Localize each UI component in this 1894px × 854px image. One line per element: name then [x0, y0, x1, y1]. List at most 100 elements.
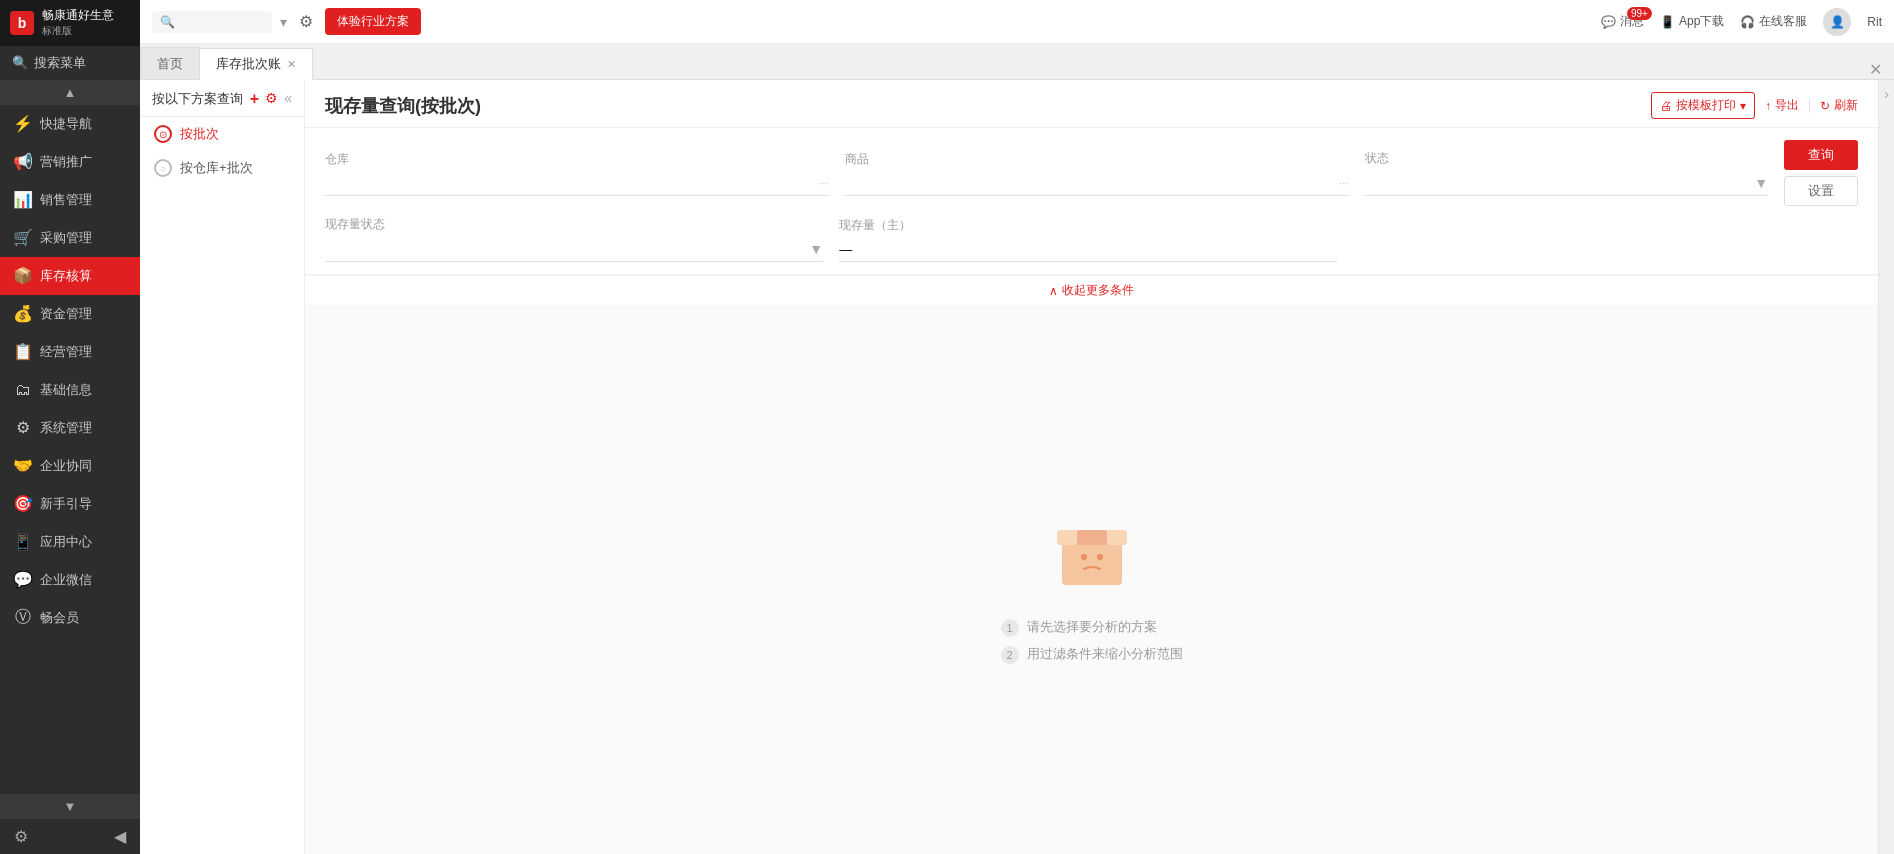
status-field: 状态 ▼: [1365, 150, 1768, 196]
scheme-icon-gray: ○: [154, 159, 172, 177]
warehouse-input[interactable]: [325, 176, 819, 191]
system-icon: ⚙: [14, 419, 32, 437]
user-avatar[interactable]: 👤: [1823, 8, 1851, 36]
status-label: 状态: [1365, 150, 1768, 167]
sales-icon: 📊: [14, 191, 32, 209]
left-panel: 按以下方案查询 + ⚙ « ⊙ 按批次 ○ 按仓库+批次: [140, 80, 305, 854]
sidebar-search[interactable]: 🔍 搜索菜单: [0, 46, 140, 81]
filter-area: 仓库 ··· 商品 ···: [305, 128, 1878, 275]
refresh-label: 刷新: [1834, 97, 1858, 114]
svg-rect-2: [1077, 530, 1107, 545]
export-label: 导出: [1775, 97, 1799, 114]
app-download-icon: 📱: [1660, 15, 1675, 29]
vip-icon: Ⓥ: [14, 609, 32, 627]
filter-settings-btn[interactable]: 设置: [1784, 176, 1858, 206]
topbar-chevron-icon[interactable]: ▾: [280, 14, 287, 30]
search-menu-label: 搜索菜单: [34, 54, 86, 72]
sidebar-item-finance[interactable]: 💰 资金管理: [0, 295, 140, 333]
status-dropdown-icon[interactable]: ▼: [1754, 175, 1768, 191]
sidebar-item-inventory[interactable]: 📦 库存核算: [0, 257, 140, 295]
operations-icon: 📋: [14, 343, 32, 361]
add-scheme-btn[interactable]: +: [250, 90, 259, 108]
sidebar-item-basic-info[interactable]: 🗂 基础信息: [0, 371, 140, 409]
sidebar-header: b 畅康通好生意 标准版: [0, 0, 140, 46]
print-btn[interactable]: 🖨 按模板打印 ▾: [1651, 92, 1755, 119]
right-edge: ›: [1878, 80, 1894, 854]
enterprise-icon: 🤝: [14, 457, 32, 475]
sidebar-item-operations[interactable]: 📋 经营管理: [0, 333, 140, 371]
topbar-gear-icon[interactable]: ⚙: [295, 8, 317, 35]
sidebar-label-inventory: 库存核算: [40, 267, 92, 285]
left-panel-collapse-btn[interactable]: «: [284, 90, 292, 108]
tip-1-text: 请先选择要分析的方案: [1027, 618, 1157, 636]
status-input[interactable]: [1365, 176, 1754, 191]
export-btn[interactable]: ↑ 导出: [1765, 97, 1799, 114]
query-btn[interactable]: 查询: [1784, 140, 1858, 170]
sidebar-item-vip[interactable]: Ⓥ 畅会员: [0, 599, 140, 637]
demo-btn[interactable]: 体验行业方案: [325, 8, 421, 35]
sidebar-item-app-center[interactable]: 📱 应用中心: [0, 523, 140, 561]
sidebar-item-system[interactable]: ⚙ 系统管理: [0, 409, 140, 447]
scheme-by-batch-label: 按批次: [180, 125, 219, 143]
sidebar-item-wechat[interactable]: 💬 企业微信: [0, 561, 140, 599]
close-all-tabs-btn[interactable]: ✕: [1857, 60, 1894, 79]
warehouse-field: 仓库 ···: [325, 151, 829, 196]
sidebar-item-guide[interactable]: 🎯 新手引导: [0, 485, 140, 523]
product-dots[interactable]: ···: [1339, 176, 1349, 190]
warehouse-dots[interactable]: ···: [819, 176, 829, 190]
collapse-more-btn[interactable]: ∧ 收起更多条件: [305, 275, 1878, 305]
sidebar-settings-btn[interactable]: ⚙: [14, 827, 28, 846]
edge-chevron[interactable]: ›: [1882, 84, 1891, 104]
scheme-by-warehouse-batch[interactable]: ○ 按仓库+批次: [140, 151, 304, 185]
sidebar-item-quick-nav[interactable]: ⚡ 快捷导航: [0, 105, 140, 143]
sidebar-label-wechat: 企业微信: [40, 571, 92, 589]
scroll-up-btn[interactable]: ▲: [0, 81, 140, 105]
sidebar-label-vip: 畅会员: [40, 609, 79, 627]
inventory-qty-wrapper: —: [839, 238, 1337, 262]
sidebar-label-basic-info: 基础信息: [40, 381, 92, 399]
quick-nav-icon: ⚡: [14, 115, 32, 133]
user-name[interactable]: Rit: [1867, 15, 1882, 29]
sidebar-item-purchase[interactable]: 🛒 采购管理: [0, 219, 140, 257]
inventory-status-input[interactable]: [325, 242, 809, 257]
app-logo: b: [10, 11, 34, 35]
status-input-wrapper: ▼: [1365, 171, 1768, 196]
message-btn[interactable]: 💬 消息 99+: [1601, 13, 1644, 30]
scroll-down-btn[interactable]: ▼: [0, 794, 140, 818]
online-service-btn[interactable]: 🎧 在线客服: [1740, 13, 1807, 30]
guide-icon: 🎯: [14, 495, 32, 513]
app-download-btn[interactable]: 📱 App下载: [1660, 13, 1724, 30]
page-title-bar: 现存量查询(按批次) 🖨 按模板打印 ▾ ↑ 导出 ↻ 刷新: [305, 80, 1878, 128]
warehouse-input-wrapper: ···: [325, 172, 829, 196]
scheme-settings-btn[interactable]: ⚙: [265, 90, 278, 108]
main-area: 🔍 ▾ ⚙ 体验行业方案 💬 消息 99+ 📱 App下载 🎧 在线客服 👤 R…: [140, 0, 1894, 854]
topbar-search[interactable]: 🔍: [152, 11, 272, 33]
product-input[interactable]: [845, 176, 1339, 191]
tab-batch-account-label: 库存批次账: [216, 55, 281, 73]
title-divider: [1809, 99, 1810, 113]
svg-point-3: [1081, 554, 1087, 560]
sidebar-item-marketing[interactable]: 📢 营销推广: [0, 143, 140, 181]
search-icon: 🔍: [160, 15, 175, 29]
scheme-by-batch[interactable]: ⊙ 按批次: [140, 117, 304, 151]
empty-tip-2: 2 用过滤条件来缩小分析范围: [1001, 645, 1183, 664]
message-icon: 💬: [1601, 15, 1616, 29]
topbar-actions: 💬 消息 99+ 📱 App下载 🎧 在线客服 👤 Rit: [1601, 8, 1882, 36]
basic-info-icon: 🗂: [14, 381, 32, 399]
sidebar-item-sales[interactable]: 📊 销售管理: [0, 181, 140, 219]
edition-label: 标准版: [42, 24, 114, 38]
inventory-status-dropdown[interactable]: ▼: [809, 241, 823, 257]
sidebar-label-sales: 销售管理: [40, 191, 92, 209]
sidebar-item-enterprise[interactable]: 🤝 企业协同: [0, 447, 140, 485]
sidebar-label-marketing: 营销推广: [40, 153, 92, 171]
filter-row-2: 现存量状态 ▼ 现存量（主） —: [325, 216, 1858, 262]
refresh-btn[interactable]: ↻ 刷新: [1820, 97, 1858, 114]
tab-close-btn[interactable]: ✕: [287, 58, 296, 71]
online-service-label: 在线客服: [1759, 13, 1807, 30]
tab-home[interactable]: 首页: [140, 47, 200, 79]
left-panel-header: 按以下方案查询 + ⚙ «: [140, 80, 304, 117]
empty-tip-1: 1 请先选择要分析的方案: [1001, 618, 1183, 637]
tab-batch-account[interactable]: 库存批次账 ✕: [200, 48, 313, 80]
inventory-status-field: 现存量状态 ▼: [325, 216, 823, 262]
sidebar-collapse-btn[interactable]: ◀: [114, 827, 126, 846]
